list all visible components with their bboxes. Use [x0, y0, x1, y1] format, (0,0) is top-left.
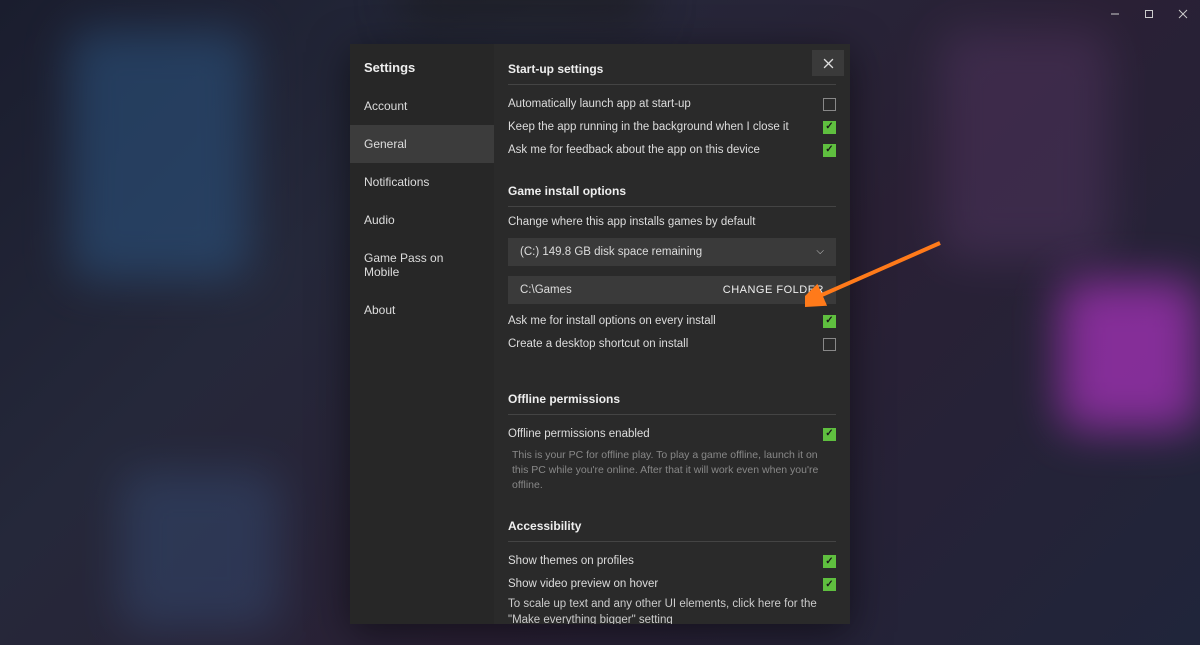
row-ask-feedback: Ask me for feedback about the app on thi…: [508, 139, 836, 162]
check-icon: ✓: [825, 429, 833, 439]
label-keep-running: Keep the app running in the background w…: [508, 120, 823, 135]
close-icon: [823, 58, 834, 69]
check-icon: ✓: [825, 316, 833, 326]
checkbox-ask-install-options[interactable]: ✓: [823, 315, 836, 328]
row-ask-install-options: Ask me for install options on every inst…: [508, 310, 836, 333]
checkbox-keep-running[interactable]: ✓: [823, 121, 836, 134]
minimize-button[interactable]: [1098, 0, 1132, 28]
label-offline-enabled: Offline permissions enabled: [508, 427, 823, 442]
row-auto-launch: Automatically launch app at start-up: [508, 93, 836, 116]
label-change-where: Change where this app installs games by …: [508, 215, 836, 238]
label-show-video: Show video preview on hover: [508, 577, 823, 592]
checkbox-ask-feedback[interactable]: ✓: [823, 144, 836, 157]
sidebar-item-about[interactable]: About: [350, 291, 494, 329]
row-keep-running: Keep the app running in the background w…: [508, 116, 836, 139]
checkbox-auto-launch[interactable]: [823, 98, 836, 111]
section-accessibility: Accessibility Show themes on profiles ✓ …: [494, 515, 850, 624]
close-window-button[interactable]: [1166, 0, 1200, 28]
section-title-accessibility: Accessibility: [508, 519, 836, 542]
row-offline-enabled: Offline permissions enabled ✓: [508, 423, 836, 446]
check-icon: ✓: [825, 557, 833, 567]
checkbox-offline-enabled[interactable]: ✓: [823, 428, 836, 441]
window-titlebar: [1098, 0, 1200, 28]
label-desktop-shortcut: Create a desktop shortcut on install: [508, 337, 823, 352]
checkbox-show-themes[interactable]: ✓: [823, 555, 836, 568]
label-ask-install-options: Ask me for install options on every inst…: [508, 314, 823, 329]
folder-row: C:\Games CHANGE FOLDER: [508, 276, 836, 304]
dialog-title: Settings: [350, 44, 494, 87]
sidebar-item-audio[interactable]: Audio: [350, 201, 494, 239]
settings-content: Start-up settings Automatically launch a…: [494, 44, 850, 624]
check-icon: ✓: [825, 145, 833, 155]
drive-selected: (C:) 149.8 GB disk space remaining: [520, 246, 702, 258]
row-show-video: Show video preview on hover ✓: [508, 573, 836, 596]
settings-sidebar: Settings Account General Notifications A…: [350, 44, 494, 624]
sidebar-item-account[interactable]: Account: [350, 87, 494, 125]
maximize-button[interactable]: [1132, 0, 1166, 28]
scale-ui-link[interactable]: To scale up text and any other UI elemen…: [508, 596, 836, 624]
section-title-startup: Start-up settings: [508, 62, 836, 85]
label-ask-feedback: Ask me for feedback about the app on thi…: [508, 143, 823, 158]
drive-dropdown[interactable]: (C:) 149.8 GB disk space remaining ⌵: [508, 238, 836, 266]
sidebar-item-game-pass-mobile[interactable]: Game Pass on Mobile: [350, 239, 494, 291]
change-folder-button[interactable]: CHANGE FOLDER: [723, 284, 824, 296]
row-show-themes: Show themes on profiles ✓: [508, 550, 836, 573]
close-dialog-button[interactable]: [812, 50, 844, 76]
check-icon: ✓: [825, 122, 833, 132]
section-title-install: Game install options: [508, 184, 836, 207]
checkbox-show-video[interactable]: ✓: [823, 578, 836, 591]
section-startup: Start-up settings Automatically launch a…: [494, 58, 850, 170]
offline-help-text: This is your PC for offline play. To pla…: [508, 446, 836, 498]
folder-path: C:\Games: [520, 284, 572, 296]
section-title-offline: Offline permissions: [508, 392, 836, 415]
section-install: Game install options Change where this a…: [494, 180, 850, 364]
settings-dialog: Settings Account General Notifications A…: [350, 44, 850, 624]
row-desktop-shortcut: Create a desktop shortcut on install: [508, 333, 836, 356]
label-auto-launch: Automatically launch app at start-up: [508, 97, 823, 112]
check-icon: ✓: [825, 580, 833, 590]
sidebar-item-general[interactable]: General: [350, 125, 494, 163]
section-offline: Offline permissions Offline permissions …: [494, 388, 850, 506]
label-show-themes: Show themes on profiles: [508, 554, 823, 569]
checkbox-desktop-shortcut[interactable]: [823, 338, 836, 351]
chevron-down-icon: ⌵: [816, 246, 824, 257]
sidebar-item-notifications[interactable]: Notifications: [350, 163, 494, 201]
